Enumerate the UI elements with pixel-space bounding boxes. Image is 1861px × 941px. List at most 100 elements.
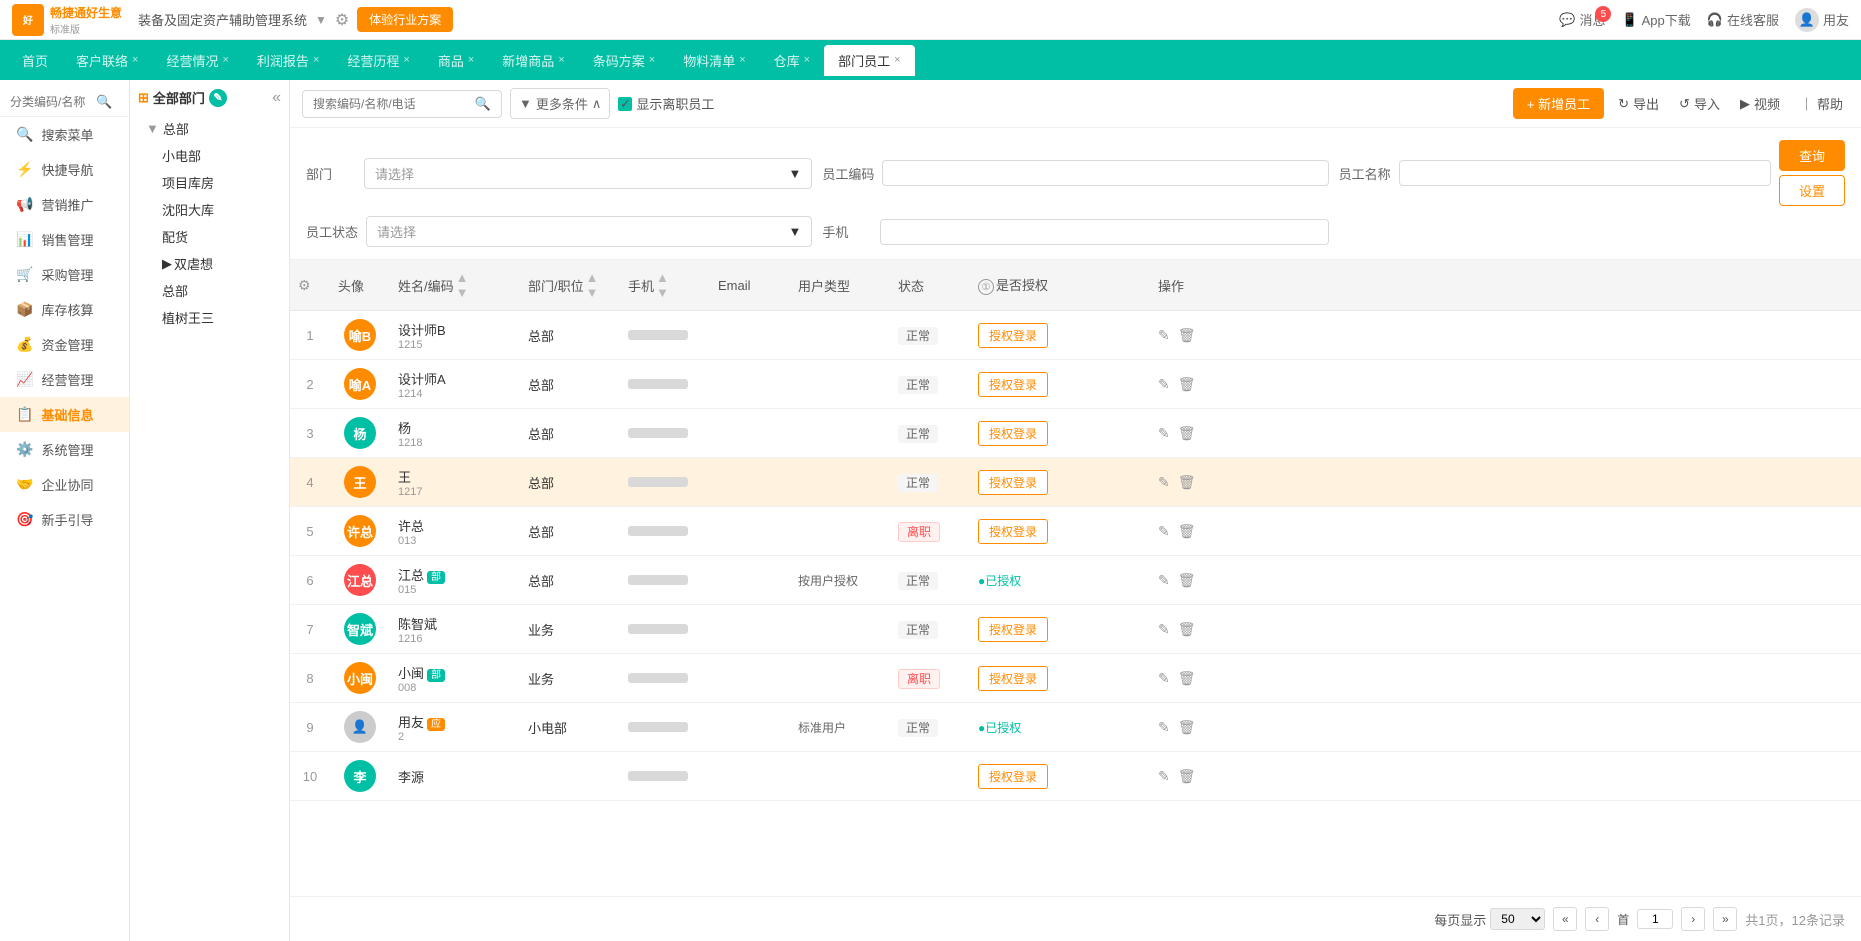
delete-icon[interactable]: 🗑 [1178,425,1196,442]
edit-icon[interactable]: ✎ [1158,670,1170,687]
edit-icon[interactable]: ✎ [1158,768,1170,785]
trial-button[interactable]: 体验行业方案 [357,7,453,32]
row-auth[interactable]: 授权登录 [970,605,1090,654]
emp-name-input[interactable] [1399,160,1771,186]
auth-button[interactable]: 授权登录 [978,421,1048,446]
prev-page-btn[interactable]: ‹ [1585,907,1609,931]
dept-edit-icon[interactable]: ✎ [209,89,227,107]
dept-collapse-icon[interactable]: « [272,89,281,107]
auth-button[interactable]: 授权登录 [978,372,1048,397]
edit-icon[interactable]: ✎ [1158,376,1170,393]
edit-icon[interactable]: ✎ [1158,474,1170,491]
edit-icon[interactable]: ✎ [1158,425,1170,442]
close-icon[interactable]: × [558,54,564,66]
more-filter-btn[interactable]: ▼ 更多条件 ∧ [510,88,610,119]
export-btn[interactable]: ↻ 导出 [1612,89,1665,118]
close-icon[interactable]: × [313,54,319,66]
tab-history[interactable]: 经营历程 × [333,45,423,76]
sidebar-item-search[interactable]: 🔍搜索菜单 [0,117,129,152]
tab-goods[interactable]: 商品 × [424,45,488,76]
sidebar-item-system[interactable]: ⚙️系统管理 [0,432,129,467]
dept-node-shenyang[interactable]: 沈阳大库 [138,196,281,223]
delete-icon[interactable]: 🗑 [1178,719,1196,736]
close-icon[interactable]: × [649,54,655,66]
last-page-btn[interactable]: » [1713,907,1737,931]
sidebar-search-icon[interactable]: 🔍 [96,94,112,110]
online-service-btn[interactable]: 🎧 在线客服 [1707,10,1779,29]
auth-button[interactable]: 授权登录 [978,323,1048,348]
edit-icon[interactable]: ✎ [1158,621,1170,638]
row-auth[interactable]: ●已授权 [970,703,1090,752]
close-icon[interactable]: × [222,54,228,66]
auth-button[interactable]: 授权登录 [978,470,1048,495]
close-icon[interactable]: × [468,54,474,66]
auth-button[interactable]: 授权登录 [978,617,1048,642]
sidebar-item-finance[interactable]: 💰资金管理 [0,327,129,362]
tab-warehouse[interactable]: 仓库 × [760,45,824,76]
tab-operation[interactable]: 经营情况 × [152,45,242,76]
delete-icon[interactable]: 🗑 [1178,327,1196,344]
help-btn[interactable]: ｜ 帮助 [1794,89,1849,118]
search-icon[interactable]: 🔍 [475,96,491,112]
close-icon[interactable]: × [739,54,745,66]
sidebar-item-sales[interactable]: 📊销售管理 [0,222,129,257]
sidebar-item-marketing[interactable]: 📢营销推广 [0,187,129,222]
tab-department[interactable]: 部门员工 × [824,45,914,76]
edit-icon[interactable]: ✎ [1158,327,1170,344]
sys-title-arrow[interactable]: ▼ [315,13,327,27]
sidebar-item-guide[interactable]: 🎯新手引导 [0,502,129,537]
delete-icon[interactable]: 🗑 [1178,523,1196,540]
auth-button[interactable]: 授权登录 [978,764,1048,789]
dept-select[interactable]: 请选择 ▼ [364,158,812,189]
close-icon[interactable]: × [403,54,409,66]
dept-node-tree[interactable]: 植树王三 [138,304,281,331]
dept-node-head[interactable]: ▼总部 [138,115,281,142]
col-dept[interactable]: 部门/职位▲▼ [520,260,620,311]
sidebar-search-input[interactable] [10,95,90,109]
tab-barcode[interactable]: 条码方案 × [579,45,669,76]
delete-icon[interactable]: 🗑 [1178,474,1196,491]
edit-icon[interactable]: ✎ [1158,719,1170,736]
delete-icon[interactable]: 🗑 [1178,572,1196,589]
row-auth[interactable]: 授权登录 [970,360,1090,409]
sidebar-item-basic[interactable]: 📋基础信息 [0,397,129,432]
tab-add-goods[interactable]: 新增商品 × [488,45,578,76]
first-page-btn[interactable]: « [1553,907,1577,931]
phone-input[interactable] [880,219,1328,245]
row-auth[interactable]: 授权登录 [970,507,1090,556]
row-auth[interactable]: 授权登录 [970,311,1090,360]
dept-node-project[interactable]: 项目库房 [138,169,281,196]
tab-material[interactable]: 物料清单 × [669,45,759,76]
row-auth[interactable]: ●已授权 [970,556,1090,605]
query-button[interactable]: 查询 [1779,140,1845,171]
row-auth[interactable]: 授权登录 [970,752,1090,801]
col-settings[interactable]: ⚙ [290,260,330,311]
row-auth[interactable]: 授权登录 [970,654,1090,703]
next-page-btn[interactable]: › [1681,907,1705,931]
row-auth[interactable]: 授权登录 [970,409,1090,458]
edit-icon[interactable]: ✎ [1158,523,1170,540]
add-employee-button[interactable]: + 新增员工 [1513,88,1604,119]
auth-button[interactable]: 授权登录 [978,519,1048,544]
delete-icon[interactable]: 🗑 [1178,768,1196,785]
emp-status-select[interactable]: 请选择 ▼ [366,216,812,247]
sidebar-item-nav[interactable]: ⚡快捷导航 [0,152,129,187]
col-name[interactable]: 姓名/编码▲▼ [390,260,520,311]
search-input[interactable] [313,97,469,111]
close-icon[interactable]: × [804,54,810,66]
dept-node-double[interactable]: ▶双虐想 [138,250,281,277]
page-number-input[interactable] [1637,909,1673,929]
close-icon[interactable]: × [894,54,900,66]
message-btn[interactable]: 💬 消息 5 [1559,10,1605,29]
dept-node-hq[interactable]: 总部 [138,277,281,304]
page-size-select[interactable]: 50 100 [1490,908,1545,930]
delete-icon[interactable]: 🗑 [1178,376,1196,393]
sidebar-item-stock[interactable]: 📦库存核算 [0,292,129,327]
sidebar-item-collab[interactable]: 🤝企业协同 [0,467,129,502]
view-btn[interactable]: ▶ 视频 [1734,89,1786,118]
edit-icon[interactable]: ✎ [1158,572,1170,589]
sidebar-item-purchase[interactable]: 🛒采购管理 [0,257,129,292]
user-btn[interactable]: 👤 用友 [1795,8,1849,32]
tab-home[interactable]: 首页 [8,45,62,76]
close-icon[interactable]: × [132,54,138,66]
